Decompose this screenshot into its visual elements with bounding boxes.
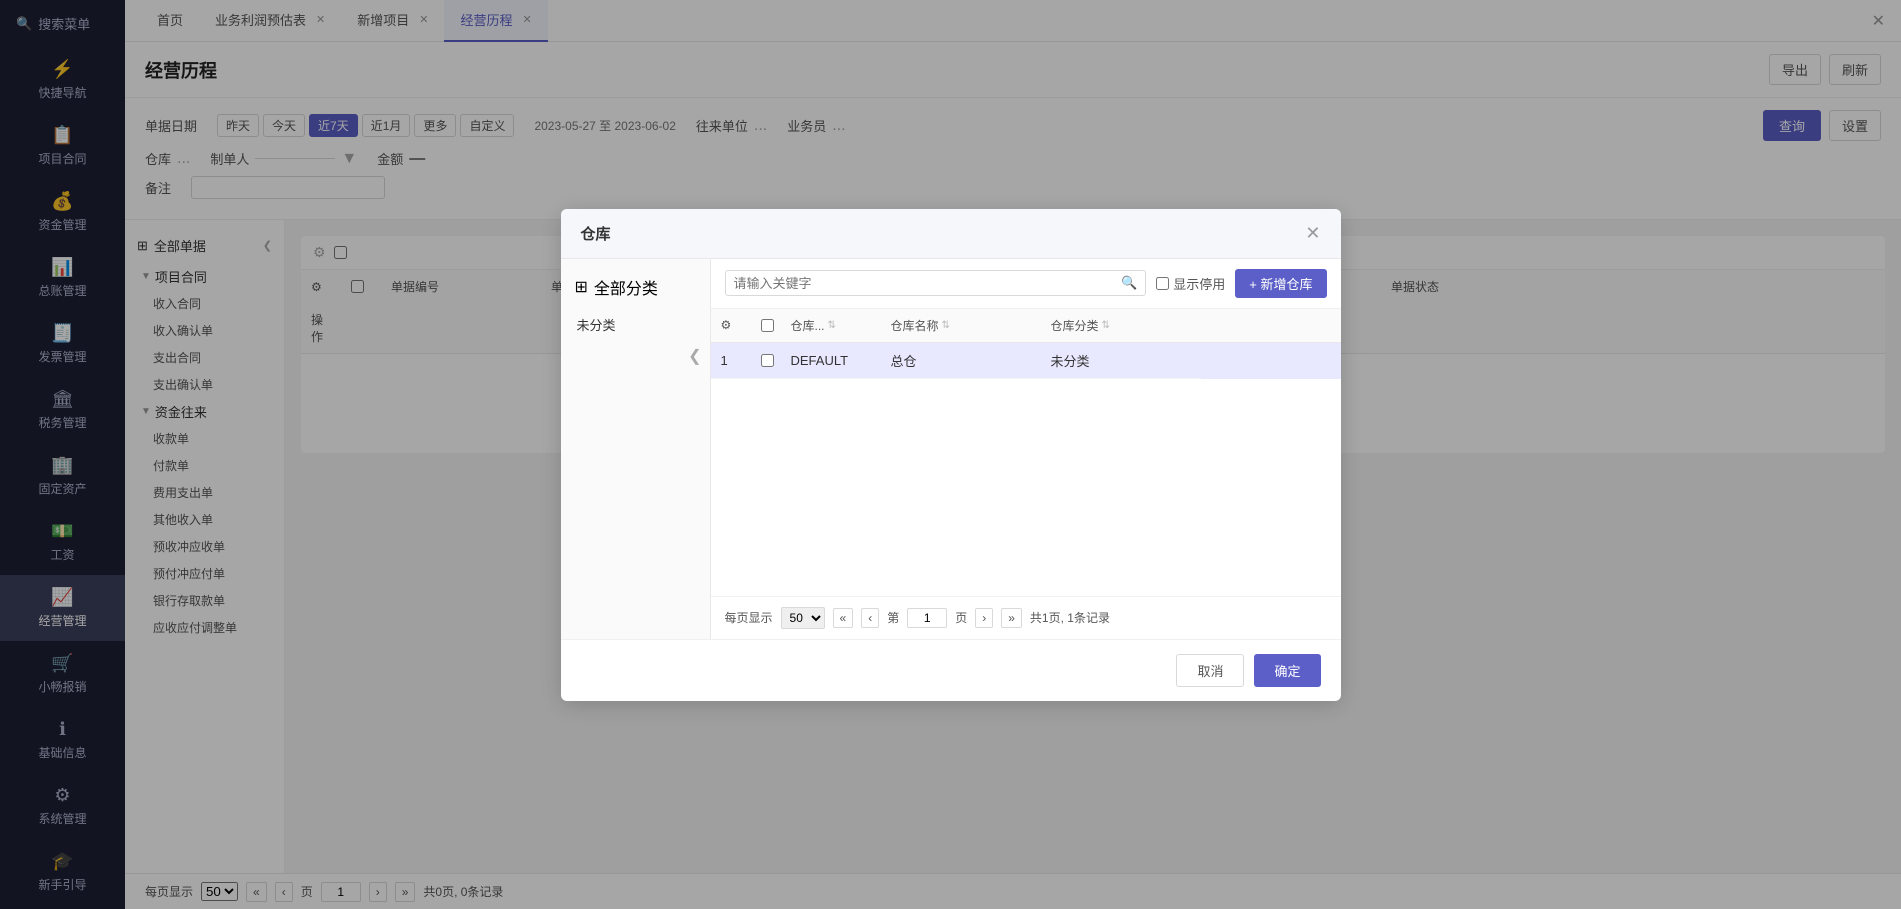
modal-select-all[interactable] bbox=[761, 319, 774, 332]
modal-per-page-select[interactable]: 50 bbox=[781, 607, 825, 629]
modal-th-code: 仓库... ⇅ bbox=[781, 309, 881, 342]
modal-pagination: 每页显示 50 « ‹ 第 页 › » 共1页, 1条记录 bbox=[711, 596, 1341, 639]
modal-left-panel: ⊞ 全部分类 未分类 ❮ bbox=[561, 259, 711, 639]
modal-left-collapse-btn[interactable]: ❮ bbox=[561, 342, 710, 370]
modal-body: ⊞ 全部分类 未分类 ❮ 🔍 显示停用 bbox=[561, 259, 1341, 639]
modal-left-unclassified-label: 未分类 bbox=[577, 318, 616, 333]
modal-gear-icon: ⚙ bbox=[721, 318, 732, 332]
modal-page-word: 第 bbox=[887, 609, 899, 626]
modal-th-category: 仓库分类 ⇅ bbox=[1041, 309, 1201, 342]
modal-table-row[interactable]: 1 DEFAULT 总仓 未分类 bbox=[711, 343, 1341, 379]
modal-prev-btn[interactable]: ‹ bbox=[861, 608, 879, 628]
modal-page-input[interactable] bbox=[907, 608, 947, 628]
modal-confirm-button[interactable]: 确定 bbox=[1254, 654, 1320, 687]
modal-overlay: 仓库 ✕ ⊞ 全部分类 未分类 ❮ bbox=[0, 0, 1901, 909]
modal-td-code: DEFAULT bbox=[781, 343, 881, 379]
modal-toolbar: 🔍 显示停用 + 新增仓库 bbox=[711, 259, 1341, 309]
grid-icon-modal: ⊞ bbox=[575, 277, 588, 297]
modal-show-disabled[interactable]: 显示停用 bbox=[1156, 274, 1225, 293]
modal-td-name: 总仓 bbox=[881, 343, 1041, 379]
sort-icon-name: ⇅ bbox=[942, 320, 950, 331]
modal-first-btn[interactable]: « bbox=[833, 608, 854, 628]
modal-add-warehouse-btn[interactable]: + 新增仓库 bbox=[1235, 269, 1326, 298]
modal-title: 仓库 bbox=[581, 223, 611, 244]
modal-header: 仓库 ✕ bbox=[561, 209, 1341, 259]
modal-left-all[interactable]: ⊞ 全部分类 bbox=[561, 267, 710, 307]
modal-td-checkbox bbox=[751, 343, 781, 379]
show-disabled-checkbox[interactable] bbox=[1156, 277, 1169, 290]
show-disabled-label: 显示停用 bbox=[1173, 274, 1225, 293]
modal-per-page-label: 每页显示 bbox=[725, 609, 773, 626]
modal-table: ⚙ 仓库... ⇅ 仓库名称 ⇅ 仓库分类 ⇅ bbox=[711, 309, 1341, 596]
modal-td-index: 1 bbox=[711, 343, 751, 379]
modal-right-panel: 🔍 显示停用 + 新增仓库 ⚙ 仓库... ⇅ bbox=[711, 259, 1341, 639]
modal-th-name: 仓库名称 ⇅ bbox=[881, 309, 1041, 342]
modal-row-checkbox[interactable] bbox=[761, 354, 774, 367]
modal-search-icon: 🔍 bbox=[1121, 275, 1137, 291]
sort-icon-category: ⇅ bbox=[1102, 320, 1110, 331]
modal-next-btn[interactable]: › bbox=[975, 608, 993, 628]
warehouse-modal: 仓库 ✕ ⊞ 全部分类 未分类 ❮ bbox=[561, 209, 1341, 701]
sort-icon-code: ⇅ bbox=[828, 320, 836, 331]
modal-last-btn[interactable]: » bbox=[1001, 608, 1022, 628]
modal-search-input[interactable] bbox=[734, 276, 1116, 291]
modal-search-box: 🔍 bbox=[725, 270, 1147, 296]
modal-left-all-label: 全部分类 bbox=[594, 275, 658, 299]
modal-footer: 取消 确定 bbox=[561, 639, 1341, 701]
modal-cancel-button[interactable]: 取消 bbox=[1176, 654, 1244, 687]
modal-left-unclassified[interactable]: 未分类 bbox=[561, 307, 710, 342]
modal-total-label: 共1页, 1条记录 bbox=[1030, 609, 1110, 626]
modal-table-header: ⚙ 仓库... ⇅ 仓库名称 ⇅ 仓库分类 ⇅ bbox=[711, 309, 1341, 343]
modal-th-gear: ⚙ bbox=[711, 309, 751, 342]
modal-td-category: 未分类 bbox=[1041, 343, 1201, 379]
modal-th-checkbox bbox=[751, 309, 781, 342]
modal-close-button[interactable]: ✕ bbox=[1305, 223, 1320, 244]
modal-page-suffix: 页 bbox=[955, 609, 967, 626]
